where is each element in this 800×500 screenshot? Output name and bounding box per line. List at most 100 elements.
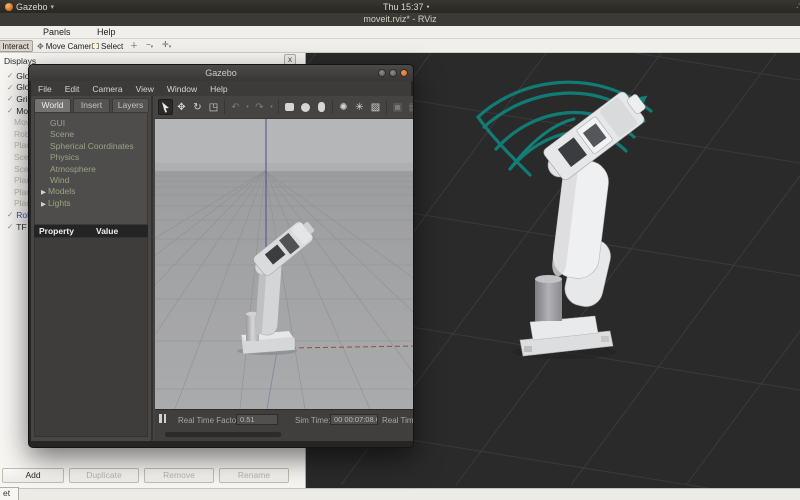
- check-icon: ✓: [7, 71, 14, 81]
- gz-menu-help[interactable]: Help: [210, 84, 227, 94]
- maximize-button[interactable]: [389, 69, 397, 77]
- redo-button[interactable]: ↷: [252, 99, 267, 115]
- expand-arrow-icon[interactable]: ▶: [41, 189, 46, 196]
- property-table-body: [34, 237, 148, 437]
- tab-insert[interactable]: Insert: [73, 98, 110, 112]
- gazebo-3d-viewport[interactable]: [155, 119, 413, 409]
- gz-menu-edit[interactable]: Edit: [65, 84, 80, 94]
- undo-button[interactable]: ↶: [228, 99, 243, 115]
- rviz-statusbar: [0, 488, 800, 500]
- add-button[interactable]: Add: [2, 468, 64, 483]
- chevron-down-icon: ▾: [50, 3, 55, 11]
- gazebo-window-title: Gazebo: [205, 68, 237, 78]
- world-tree: GUI Scene Spherical Coordinates Physics …: [34, 112, 148, 225]
- rotate-tool[interactable]: ↻: [190, 99, 205, 115]
- tree-item-models[interactable]: ▶ Models: [35, 186, 147, 197]
- rviz-menu-panels[interactable]: Panels: [43, 27, 71, 37]
- ubuntu-top-panel: Gazebo ▾ Thu 15:37 ● ∴: [0, 0, 800, 13]
- rviz-toolbar: Interact ✥ Move Camera Select ＋ −▾ ✛▾: [0, 39, 800, 53]
- sim-time-label: Sim Time:: [295, 416, 331, 425]
- insert-box-tool[interactable]: [282, 99, 297, 115]
- move-camera-icon: ✥: [37, 41, 44, 51]
- expand-arrow-icon[interactable]: ▶: [41, 201, 46, 208]
- toolbar-separator: [224, 100, 225, 114]
- value-column-header[interactable]: Value: [96, 226, 118, 236]
- insert-sphere-tool[interactable]: [298, 99, 313, 115]
- gazebo-body: World Insert Layers GUI Scene Spherical …: [31, 96, 413, 441]
- toolbar-separator: [278, 100, 279, 114]
- sphere-icon: [301, 102, 310, 112]
- tree-item-atmosphere[interactable]: Atmosphere: [35, 164, 147, 175]
- gz-menu-view[interactable]: View: [136, 84, 154, 94]
- select-box-icon: [92, 43, 99, 49]
- gazebo-menubar: File Edit Camera View Window Help: [31, 81, 411, 96]
- clock[interactable]: Thu 15:37 ●: [383, 0, 430, 13]
- tree-item-lights[interactable]: ▶ Lights: [35, 198, 147, 209]
- status-scrollbar[interactable]: [165, 432, 281, 437]
- pause-button[interactable]: [159, 414, 166, 423]
- real-time-label: Real Time:: [382, 416, 414, 425]
- tree-item-wind[interactable]: Wind: [35, 175, 147, 186]
- sim-time-value: 00 00:07:08.672: [330, 414, 378, 425]
- insert-cylinder-tool[interactable]: [314, 99, 329, 115]
- scale-tool[interactable]: ◳: [206, 99, 221, 115]
- directional-light-tool[interactable]: ▨: [368, 99, 383, 115]
- redo-dropdown[interactable]: ▾: [268, 99, 275, 115]
- app-menu-label: Gazebo: [16, 1, 48, 12]
- spot-light-tool[interactable]: ✳: [352, 99, 367, 115]
- point-light-tool[interactable]: ✺: [336, 99, 351, 115]
- gazebo-3d-scene: [155, 119, 413, 409]
- duplicate-button[interactable]: Duplicate: [69, 468, 139, 483]
- pose-estimate-icon[interactable]: ✛▾: [162, 40, 171, 50]
- gazebo-logo-icon: [5, 2, 13, 11]
- rviz-titlebar[interactable]: moveit.rviz* - RViz: [0, 13, 800, 26]
- gazebo-window: Gazebo File Edit Camera View Window Help…: [28, 64, 414, 448]
- translate-tool[interactable]: ✥: [174, 99, 189, 115]
- rtf-label: Real Time Factor:: [178, 416, 242, 425]
- paste-button[interactable]: ▤: [406, 99, 413, 115]
- tree-item-physics[interactable]: Physics: [35, 152, 147, 163]
- select-arrow-tool[interactable]: [158, 99, 173, 115]
- gz-menu-window[interactable]: Window: [167, 84, 197, 94]
- displays-buttons: Add Duplicate Remove Rename: [2, 468, 289, 483]
- rename-button[interactable]: Rename: [219, 468, 289, 483]
- gz-menu-file[interactable]: File: [38, 84, 52, 94]
- interact-tool-button[interactable]: Interact: [0, 40, 33, 52]
- app-menu[interactable]: Gazebo ▾: [5, 0, 54, 13]
- cursor-icon: [162, 101, 169, 113]
- indicator-icon: ●: [426, 3, 430, 10]
- tree-item-spherical-coordinates[interactable]: Spherical Coordinates: [35, 141, 147, 152]
- box-icon: [285, 103, 294, 111]
- copy-button[interactable]: ▣: [390, 99, 405, 115]
- focus-camera-icon[interactable]: ＋: [130, 40, 138, 51]
- measure-icon[interactable]: −▾: [146, 40, 153, 50]
- chevron-down-icon: ▾: [168, 44, 172, 50]
- clock-text: Thu 15:37: [383, 1, 424, 12]
- tab-layers[interactable]: Layers: [112, 98, 149, 112]
- rviz-menu-help[interactable]: Help: [97, 27, 116, 37]
- property-column-header[interactable]: Property: [39, 226, 74, 236]
- gazebo-left-panel: World Insert Layers GUI Scene Spherical …: [31, 96, 153, 441]
- select-tool-button[interactable]: Select: [88, 40, 127, 52]
- tab-world[interactable]: World: [34, 98, 71, 112]
- cylinder-icon: [318, 102, 325, 112]
- gazebo-statusbar: Real Time Factor: 0.51 Sim Time: 00 00:0…: [155, 409, 413, 441]
- toolbar-separator: [386, 100, 387, 114]
- desktop: moveit.rviz* - RViz Panels Help Interact…: [0, 0, 800, 500]
- minimize-button[interactable]: [378, 69, 386, 77]
- undo-dropdown[interactable]: ▾: [244, 99, 251, 115]
- toolbar-separator: [332, 100, 333, 114]
- close-button[interactable]: [400, 69, 408, 77]
- gz-menu-camera[interactable]: Camera: [92, 84, 122, 94]
- tree-item-gui[interactable]: GUI: [35, 118, 147, 129]
- remove-button[interactable]: Remove: [144, 468, 214, 483]
- gazebo-toolbar: ✥ ↻ ◳ ↶ ▾ ↷ ▾ ✺ ✳ ▨ ▣ ▤: [155, 96, 413, 119]
- property-table-header: Property Value: [34, 225, 148, 237]
- tray-icon[interactable]: ∴: [796, 1, 800, 12]
- gazebo-titlebar[interactable]: Gazebo: [29, 65, 413, 81]
- window-controls: [378, 69, 408, 77]
- rtf-value: 0.51: [236, 414, 278, 425]
- check-icon: ✓: [7, 222, 14, 232]
- tree-item-scene[interactable]: Scene: [35, 129, 147, 140]
- partial-panel-tab[interactable]: et: [0, 487, 19, 500]
